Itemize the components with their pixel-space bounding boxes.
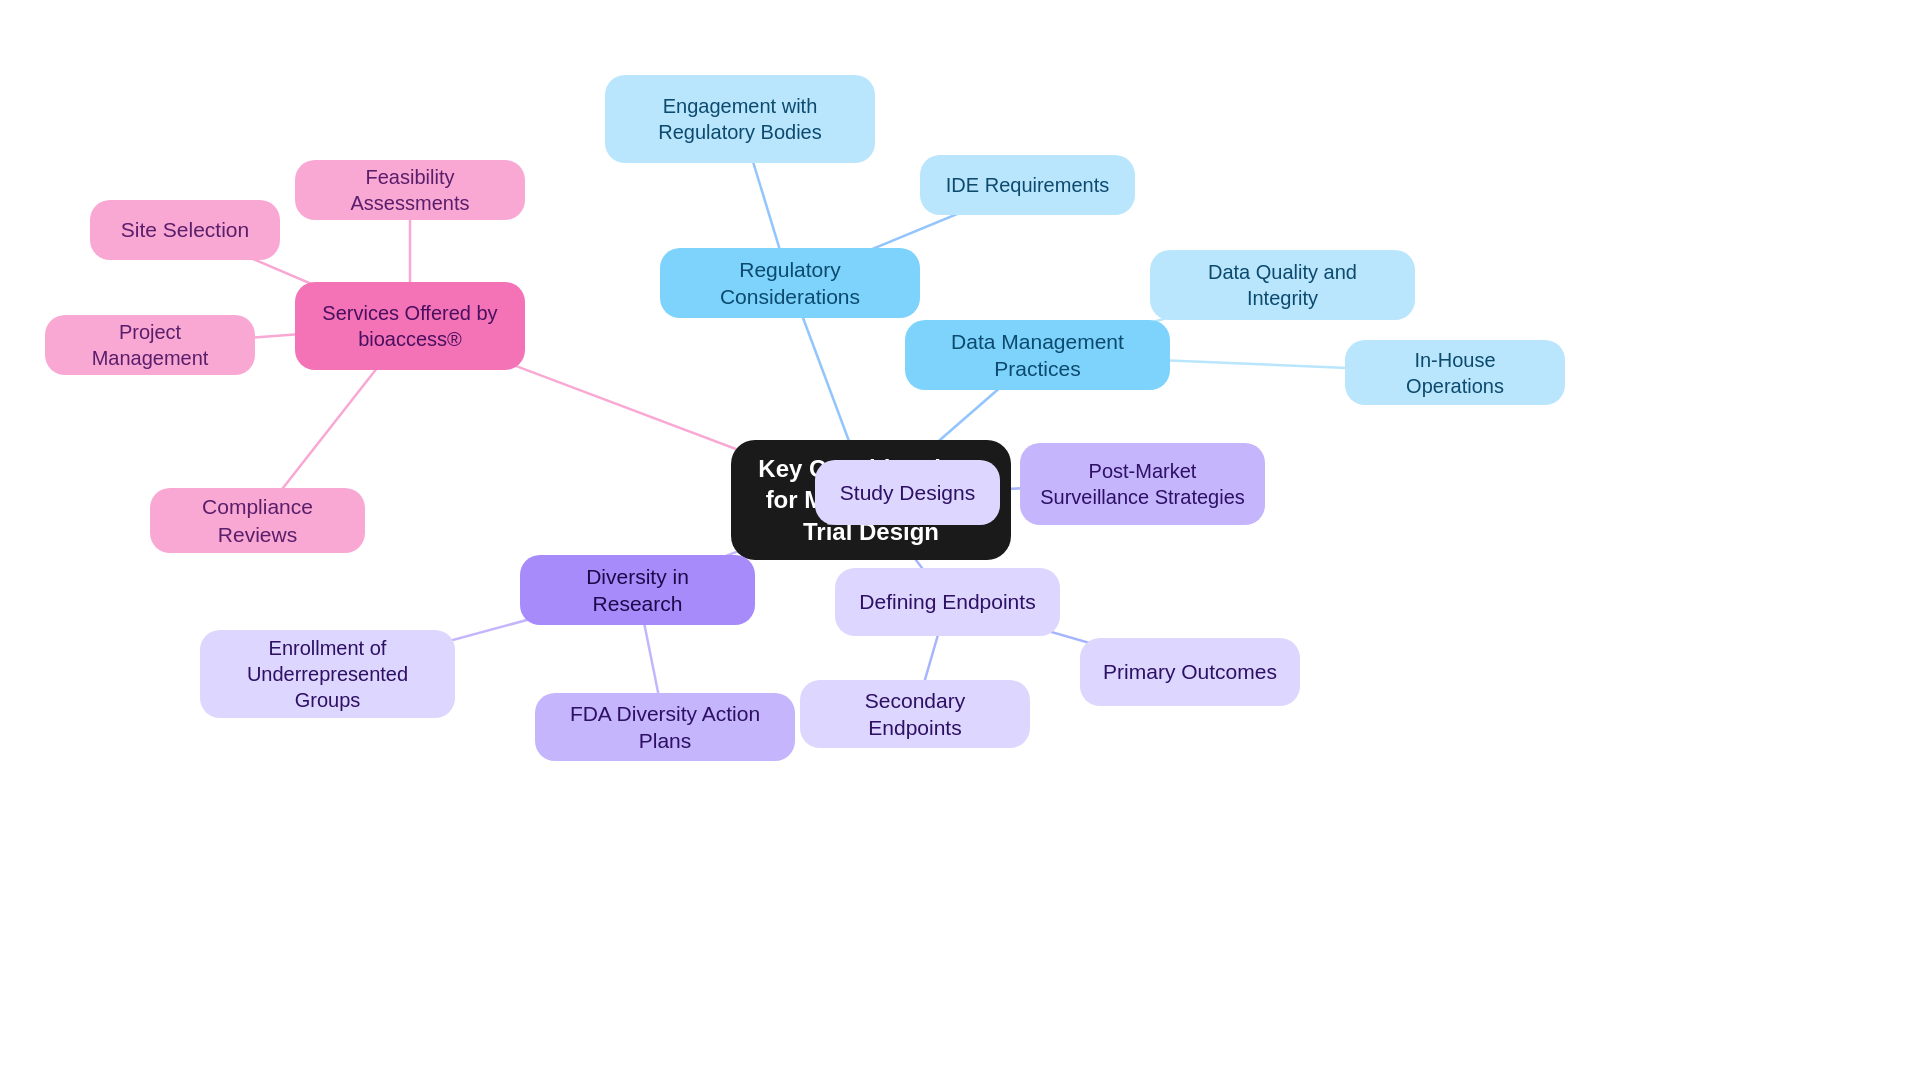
post-market-node[interactable]: Post-Market Surveillance Strategies	[1020, 443, 1265, 525]
data-management-node[interactable]: Data Management Practices	[905, 320, 1170, 390]
site-selection-node[interactable]: Site Selection	[90, 200, 280, 260]
fda-diversity-node[interactable]: FDA Diversity Action Plans	[535, 693, 795, 761]
study-designs-node[interactable]: Study Designs	[815, 460, 1000, 525]
diversity-research-node[interactable]: Diversity in Research	[520, 555, 755, 625]
data-quality-node[interactable]: Data Quality and Integrity	[1150, 250, 1415, 320]
in-house-operations-node[interactable]: In-House Operations	[1345, 340, 1565, 405]
project-management-node[interactable]: Project Management	[45, 315, 255, 375]
engagement-regulatory-node[interactable]: Engagement with Regulatory Bodies	[605, 75, 875, 163]
compliance-reviews-node[interactable]: Compliance Reviews	[150, 488, 365, 553]
feasibility-assessments-node[interactable]: Feasibility Assessments	[295, 160, 525, 220]
secondary-endpoints-node[interactable]: Secondary Endpoints	[800, 680, 1030, 748]
enrollment-node[interactable]: Enrollment of Underrepresented Groups	[200, 630, 455, 718]
defining-endpoints-node[interactable]: Defining Endpoints	[835, 568, 1060, 636]
regulatory-considerations-node[interactable]: Regulatory Considerations	[660, 248, 920, 318]
primary-outcomes-node[interactable]: Primary Outcomes	[1080, 638, 1300, 706]
services-offered-node[interactable]: Services Offered by bioaccess®	[295, 282, 525, 370]
ide-requirements-node[interactable]: IDE Requirements	[920, 155, 1135, 215]
